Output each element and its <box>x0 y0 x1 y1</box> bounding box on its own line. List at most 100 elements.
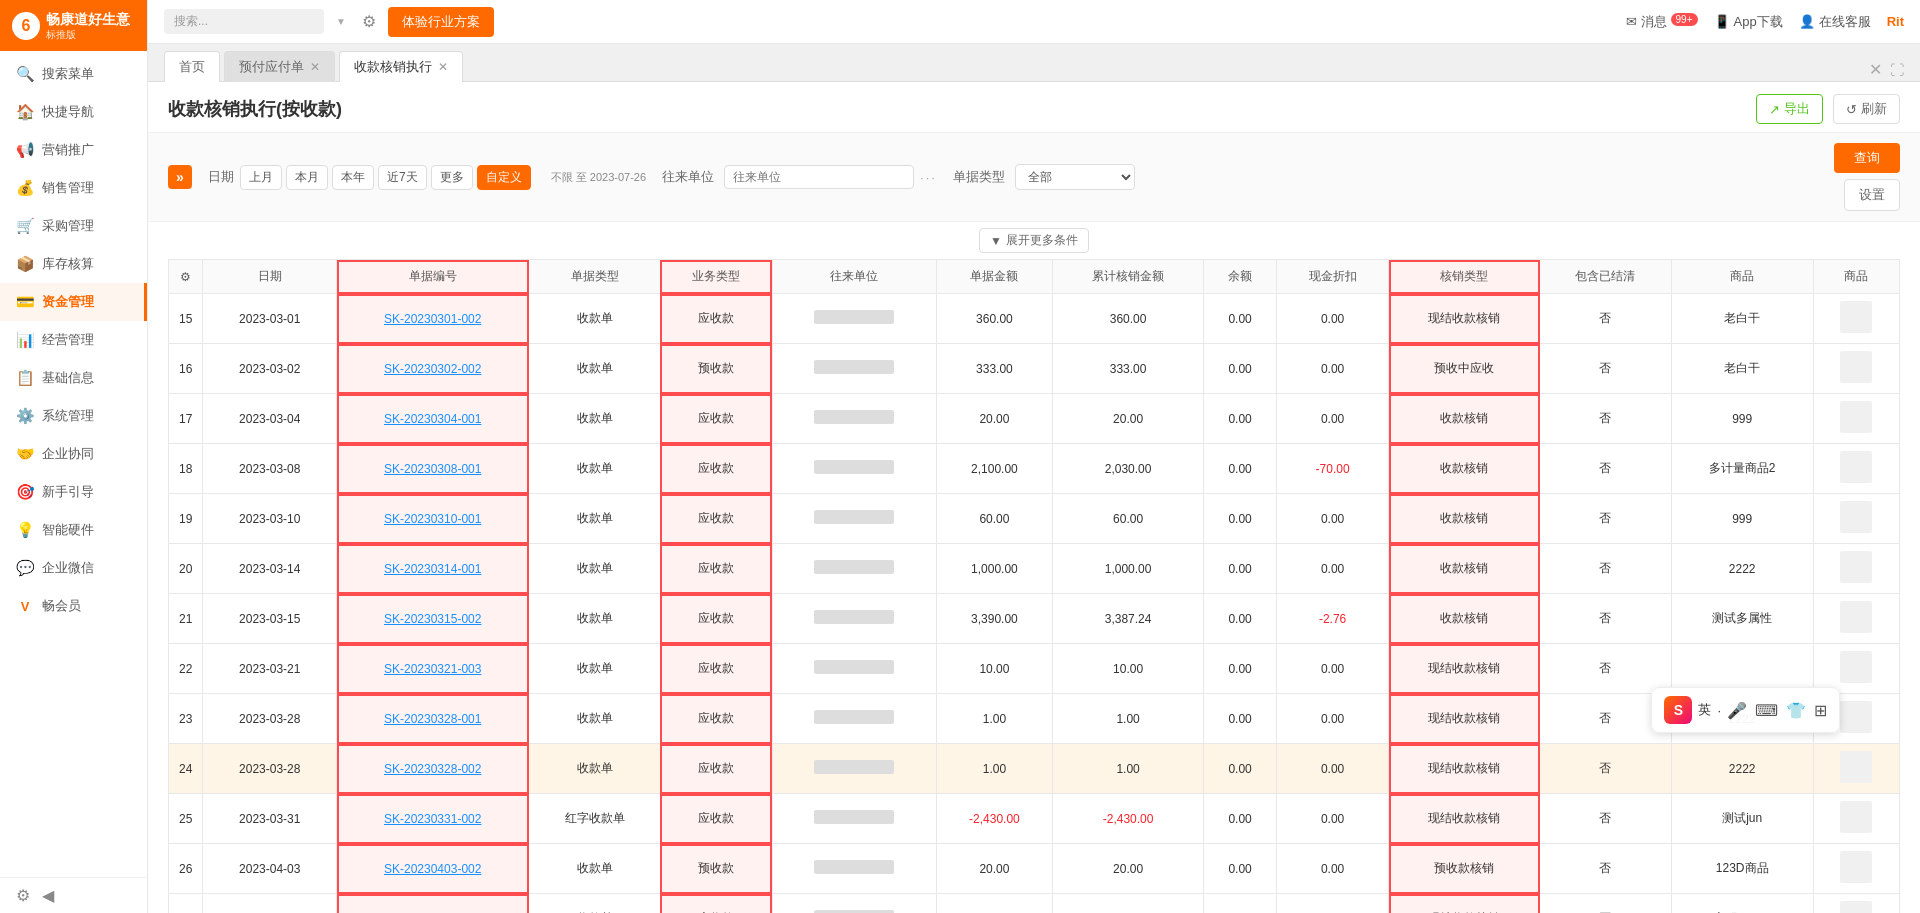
tab-receipt[interactable]: 收款核销执行 ✕ <box>339 51 463 82</box>
cell-date: 2023-03-01 <box>203 294 337 344</box>
topbar-user[interactable]: Rit <box>1887 14 1904 29</box>
sidebar-settings-icon[interactable]: ⚙ <box>16 886 30 905</box>
export-button[interactable]: ↗ 导出 <box>1756 94 1823 124</box>
bill-no-link[interactable]: SK-20230328-001 <box>384 712 481 726</box>
grid-icon[interactable]: ⊞ <box>1814 701 1827 720</box>
sidebar-item-inventory[interactable]: 📦 库存核算 <box>0 245 147 283</box>
bill-no-link[interactable]: SK-20230315-002 <box>384 612 481 626</box>
tab-home-label: 首页 <box>179 58 205 76</box>
filter-date-this-year[interactable]: 本年 <box>332 165 374 190</box>
cell-discount: 0.00 <box>1277 544 1389 594</box>
tab-receipt-close[interactable]: ✕ <box>438 60 448 74</box>
filter-counterparty-input[interactable] <box>724 165 914 189</box>
cell-balance: 0.00 <box>1204 594 1277 644</box>
sidebar-item-wechat[interactable]: 💬 企业微信 <box>0 549 147 587</box>
sidebar-item-search[interactable]: 🔍 搜索菜单 <box>0 55 147 93</box>
bill-no-link[interactable]: SK-20230403-002 <box>384 862 481 876</box>
topbar-online-service[interactable]: 👤 在线客服 <box>1799 13 1871 31</box>
filter-toggle-button[interactable]: » <box>168 165 192 189</box>
sidebar-collapse-icon[interactable]: ◀ <box>42 886 54 905</box>
sidebar-item-management[interactable]: 📊 经营管理 <box>0 321 147 359</box>
filter-date-more[interactable]: 更多 <box>431 165 473 190</box>
system-icon: ⚙️ <box>16 407 34 425</box>
query-button[interactable]: 查询 <box>1834 143 1900 173</box>
bill-no-link[interactable]: SK-20230301-002 <box>384 312 481 326</box>
filter-date-this-month[interactable]: 本月 <box>286 165 328 190</box>
sidebar-item-hardware[interactable]: 💡 智能硬件 <box>0 511 147 549</box>
cell-no: 21 <box>169 594 203 644</box>
cell-writeoff-type: 现结收款核销 <box>1389 694 1540 744</box>
topbar-message[interactable]: ✉ 消息 99+ <box>1626 13 1698 31</box>
bill-no-link[interactable]: SK-20230321-003 <box>384 662 481 676</box>
tab-maximize-icon[interactable]: ⛶ <box>1890 62 1904 78</box>
sidebar-item-member[interactable]: V 畅会员 <box>0 587 147 625</box>
sidebar-item-system[interactable]: ⚙️ 系统管理 <box>0 397 147 435</box>
tab-prepay-close[interactable]: ✕ <box>310 60 320 74</box>
mic-icon[interactable]: 🎤 <box>1727 701 1747 720</box>
table-row: 23 2023-03-28 SK-20230328-001 收款单 应收款 1.… <box>169 694 1900 744</box>
sidebar-item-marketing[interactable]: 📢 营销推广 <box>0 131 147 169</box>
table-scroll[interactable]: ⚙ 日期 单据编号 单据类型 业务类型 往来单位 单据金额 累计核销金额 余额 … <box>168 259 1900 913</box>
bill-no-link[interactable]: SK-20230328-002 <box>384 762 481 776</box>
filter-date-7days[interactable]: 近7天 <box>378 165 427 190</box>
cell-counterparty <box>772 444 936 494</box>
cell-date: 2023-03-28 <box>203 744 337 794</box>
filter-date-custom[interactable]: 自定义 <box>477 165 531 190</box>
trial-button[interactable]: 体验行业方案 <box>388 7 494 37</box>
topbar-dropdown-arrow: ▼ <box>336 16 346 27</box>
sidebar-item-basic[interactable]: 📋 基础信息 <box>0 359 147 397</box>
th-product2: 商品 <box>1813 260 1899 294</box>
sidebar-item-purchase[interactable]: 🛒 采购管理 <box>0 207 147 245</box>
keyboard-icon[interactable]: ⌨ <box>1755 701 1778 720</box>
table-row: 27 2023-04-08 SK-20230408-001 收款单 应收款 10… <box>169 894 1900 914</box>
th-amount: 单据金额 <box>936 260 1052 294</box>
th-settings[interactable]: ⚙ <box>169 260 203 294</box>
tab-prepay[interactable]: 预付应付单 ✕ <box>224 51 335 82</box>
message-icon: ✉ <box>1626 14 1637 29</box>
product-image <box>1840 601 1872 633</box>
main-content: 搜索... ▼ ⚙ 体验行业方案 ✉ 消息 99+ 📱 App下载 👤 在线客服… <box>148 0 1920 913</box>
filter-dots: ··· <box>920 170 937 185</box>
page-title: 收款核销执行(按收款) <box>168 97 342 121</box>
sidebar-item-label: 资金管理 <box>42 293 94 311</box>
topbar-search-box[interactable]: 搜索... <box>164 9 324 34</box>
bill-no-link[interactable]: SK-20230310-001 <box>384 512 481 526</box>
sidebar-item-sales[interactable]: 💰 销售管理 <box>0 169 147 207</box>
topbar-app-download[interactable]: 📱 App下载 <box>1714 13 1783 31</box>
cell-bill-no: SK-20230321-003 <box>337 644 529 694</box>
th-writeoff-amount: 累计核销金额 <box>1053 260 1204 294</box>
bill-no-link[interactable]: SK-20230302-002 <box>384 362 481 376</box>
cell-writeoff-amount: 20.00 <box>1053 394 1204 444</box>
cell-discount: 0.00 <box>1277 644 1389 694</box>
cell-writeoff-amount: 3,387.24 <box>1053 594 1204 644</box>
filter-date-last-month[interactable]: 上月 <box>240 165 282 190</box>
refresh-button[interactable]: ↺ 刷新 <box>1833 94 1900 124</box>
sidebar-item-finance[interactable]: 💳 资金管理 <box>0 283 147 321</box>
filter-bill-type-select[interactable]: 全部 收款单 红字收款单 <box>1015 164 1135 190</box>
bill-no-link[interactable]: SK-20230304-001 <box>384 412 481 426</box>
sidebar-item-shortcut[interactable]: 🏠 快捷导航 <box>0 93 147 131</box>
tab-close-all-icon[interactable]: ✕ <box>1869 60 1882 79</box>
cell-biz-type: 应收款 <box>660 394 772 444</box>
tab-home[interactable]: 首页 <box>164 51 220 82</box>
cell-writeoff-amount: 20.00 <box>1053 844 1204 894</box>
cell-writeoff-type: 收款核销 <box>1389 394 1540 444</box>
bill-no-link[interactable]: SK-20230331-002 <box>384 812 481 826</box>
cell-included: 否 <box>1540 544 1671 594</box>
bill-no-link[interactable]: SK-20230314-001 <box>384 562 481 576</box>
cell-counterparty <box>772 594 936 644</box>
export-icon: ↗ <box>1769 102 1780 117</box>
cell-writeoff-type: 预收中应收 <box>1389 344 1540 394</box>
sidebar-item-label: 销售管理 <box>42 179 94 197</box>
expand-conditions-button[interactable]: ▼ 展开更多条件 <box>979 228 1089 253</box>
topbar-gear-icon[interactable]: ⚙ <box>362 12 376 31</box>
service-icon: 👤 <box>1799 14 1815 29</box>
page-actions: ↗ 导出 ↺ 刷新 <box>1756 94 1900 124</box>
cell-writeoff-type: 收款核销 <box>1389 444 1540 494</box>
sidebar-item-guide[interactable]: 🎯 新手引导 <box>0 473 147 511</box>
shirt-icon[interactable]: 👕 <box>1786 701 1806 720</box>
setting-button[interactable]: 设置 <box>1844 179 1900 211</box>
bill-no-link[interactable]: SK-20230308-001 <box>384 462 481 476</box>
cell-product2 <box>1813 544 1899 594</box>
sidebar-item-enterprise[interactable]: 🤝 企业协同 <box>0 435 147 473</box>
